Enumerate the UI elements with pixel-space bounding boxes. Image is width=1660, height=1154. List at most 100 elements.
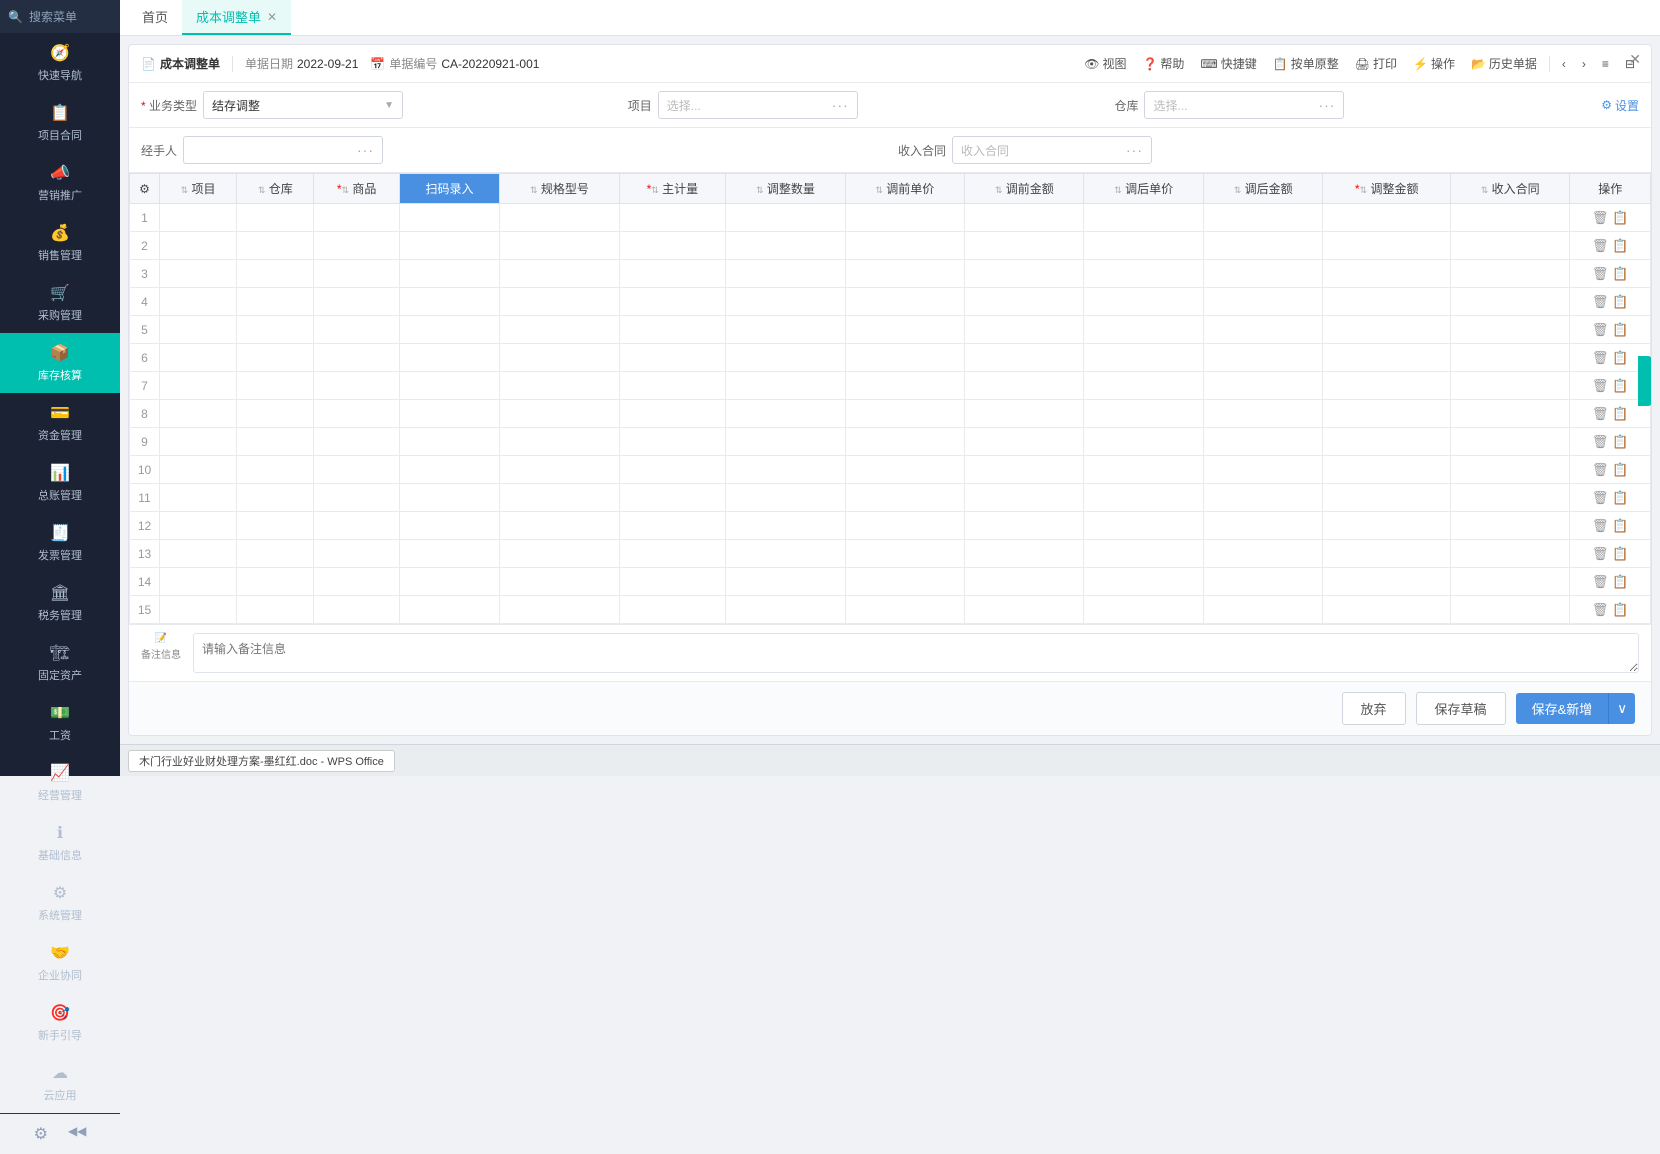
tab-home[interactable]: 首页 xyxy=(128,0,182,35)
row-cell[interactable] xyxy=(1323,344,1451,372)
copy-icon[interactable]: 📋 xyxy=(1612,574,1628,590)
copy-icon[interactable]: 📋 xyxy=(1612,490,1628,506)
row-cell[interactable] xyxy=(845,316,964,344)
row-cell[interactable] xyxy=(726,484,845,512)
project-input[interactable]: 选择... ··· xyxy=(658,91,858,119)
row-cell[interactable] xyxy=(845,540,964,568)
copy-icon[interactable]: 📋 xyxy=(1612,434,1628,450)
row-cell[interactable] xyxy=(1203,484,1322,512)
row-cell[interactable] xyxy=(1323,316,1451,344)
sidebar-item-sales[interactable]: 💰 销售管理 xyxy=(0,213,120,273)
row-cell[interactable] xyxy=(1084,540,1203,568)
row-cell[interactable] xyxy=(314,484,399,512)
row-cell[interactable] xyxy=(237,288,314,316)
row-cell[interactable] xyxy=(314,344,399,372)
row-cell[interactable] xyxy=(1323,428,1451,456)
row-cell[interactable] xyxy=(160,596,237,624)
row-cell[interactable] xyxy=(1203,232,1322,260)
row-cell[interactable] xyxy=(399,596,499,624)
collapse-icon[interactable]: ◀◀ xyxy=(68,1124,86,1144)
nav-prev-button[interactable]: ‹ xyxy=(1558,55,1570,73)
row-cell[interactable] xyxy=(1323,540,1451,568)
row-cell[interactable] xyxy=(399,484,499,512)
row-cell[interactable] xyxy=(1451,204,1570,232)
row-cell[interactable] xyxy=(1323,456,1451,484)
row-cell[interactable] xyxy=(314,568,399,596)
row-cell[interactable] xyxy=(965,232,1084,260)
row-cell[interactable] xyxy=(726,204,845,232)
row-cell[interactable] xyxy=(1203,260,1322,288)
row-cell[interactable] xyxy=(1451,484,1570,512)
row-cell[interactable] xyxy=(1451,428,1570,456)
row-cell[interactable] xyxy=(160,512,237,540)
row-cell[interactable] xyxy=(845,568,964,596)
row-cell[interactable] xyxy=(1203,372,1322,400)
row-cell[interactable] xyxy=(237,596,314,624)
delete-icon[interactable]: 🗑 xyxy=(1592,238,1609,254)
row-cell[interactable] xyxy=(237,456,314,484)
row-cell[interactable] xyxy=(237,344,314,372)
business-type-input[interactable]: 结存调整 ▼ xyxy=(203,91,403,119)
row-cell[interactable] xyxy=(1084,204,1203,232)
row-cell[interactable] xyxy=(965,260,1084,288)
sidebar-item-cloud[interactable]: ☁ 云应用 xyxy=(0,1053,120,1113)
row-cell[interactable] xyxy=(500,344,619,372)
row-cell[interactable] xyxy=(619,428,726,456)
row-cell[interactable] xyxy=(726,400,845,428)
row-cell[interactable] xyxy=(500,428,619,456)
copy-icon[interactable]: 📋 xyxy=(1612,406,1628,422)
row-cell[interactable] xyxy=(500,204,619,232)
row-cell[interactable] xyxy=(1203,456,1322,484)
row-cell[interactable] xyxy=(619,260,726,288)
row-cell[interactable] xyxy=(1323,400,1451,428)
row-cell[interactable] xyxy=(619,232,726,260)
row-cell[interactable] xyxy=(160,568,237,596)
sidebar-item-assets[interactable]: 🏗 固定资产 xyxy=(0,633,120,693)
row-cell[interactable] xyxy=(1084,288,1203,316)
row-cell[interactable] xyxy=(237,428,314,456)
row-cell[interactable] xyxy=(845,484,964,512)
row-cell[interactable] xyxy=(314,260,399,288)
copy-icon[interactable]: 📋 xyxy=(1612,462,1628,478)
row-cell[interactable] xyxy=(399,428,499,456)
row-cell[interactable] xyxy=(1203,288,1322,316)
row-cell[interactable] xyxy=(160,344,237,372)
hotkey-button[interactable]: ⌨ 快捷键 xyxy=(1196,53,1260,74)
row-cell[interactable] xyxy=(1203,316,1322,344)
row-cell[interactable] xyxy=(237,568,314,596)
row-cell[interactable] xyxy=(314,204,399,232)
row-cell[interactable] xyxy=(1203,400,1322,428)
row-cell[interactable] xyxy=(500,400,619,428)
row-cell[interactable] xyxy=(399,568,499,596)
row-cell[interactable] xyxy=(500,232,619,260)
row-cell[interactable] xyxy=(845,512,964,540)
row-cell[interactable] xyxy=(726,512,845,540)
row-cell[interactable] xyxy=(726,568,845,596)
row-cell[interactable] xyxy=(160,540,237,568)
row-cell[interactable] xyxy=(237,512,314,540)
row-cell[interactable] xyxy=(619,288,726,316)
col-settings[interactable]: ⚙ xyxy=(130,174,160,204)
view-button[interactable]: 👁 视图 xyxy=(1080,53,1130,74)
taskbar-wps-item[interactable]: 木门行业好业财处理方案-墨红红.doc - WPS Office xyxy=(128,750,395,772)
row-cell[interactable] xyxy=(965,512,1084,540)
row-cell[interactable] xyxy=(965,428,1084,456)
row-cell[interactable] xyxy=(160,288,237,316)
row-cell[interactable] xyxy=(1203,540,1322,568)
row-cell[interactable] xyxy=(845,344,964,372)
row-cell[interactable] xyxy=(619,204,726,232)
copy-icon[interactable]: 📋 xyxy=(1612,602,1628,618)
copy-icon[interactable]: 📋 xyxy=(1612,266,1628,282)
delete-icon[interactable]: 🗑 xyxy=(1592,406,1609,422)
history-button[interactable]: 📂 历史单据 xyxy=(1467,53,1541,74)
delete-icon[interactable]: 🗑 xyxy=(1592,518,1609,534)
row-cell[interactable] xyxy=(399,204,499,232)
delete-icon[interactable]: 🗑 xyxy=(1592,574,1609,590)
row-cell[interactable] xyxy=(965,400,1084,428)
row-cell[interactable] xyxy=(314,512,399,540)
row-cell[interactable] xyxy=(1084,428,1203,456)
row-cell[interactable] xyxy=(726,344,845,372)
row-cell[interactable] xyxy=(1451,344,1570,372)
row-cell[interactable] xyxy=(500,456,619,484)
row-cell[interactable] xyxy=(726,232,845,260)
